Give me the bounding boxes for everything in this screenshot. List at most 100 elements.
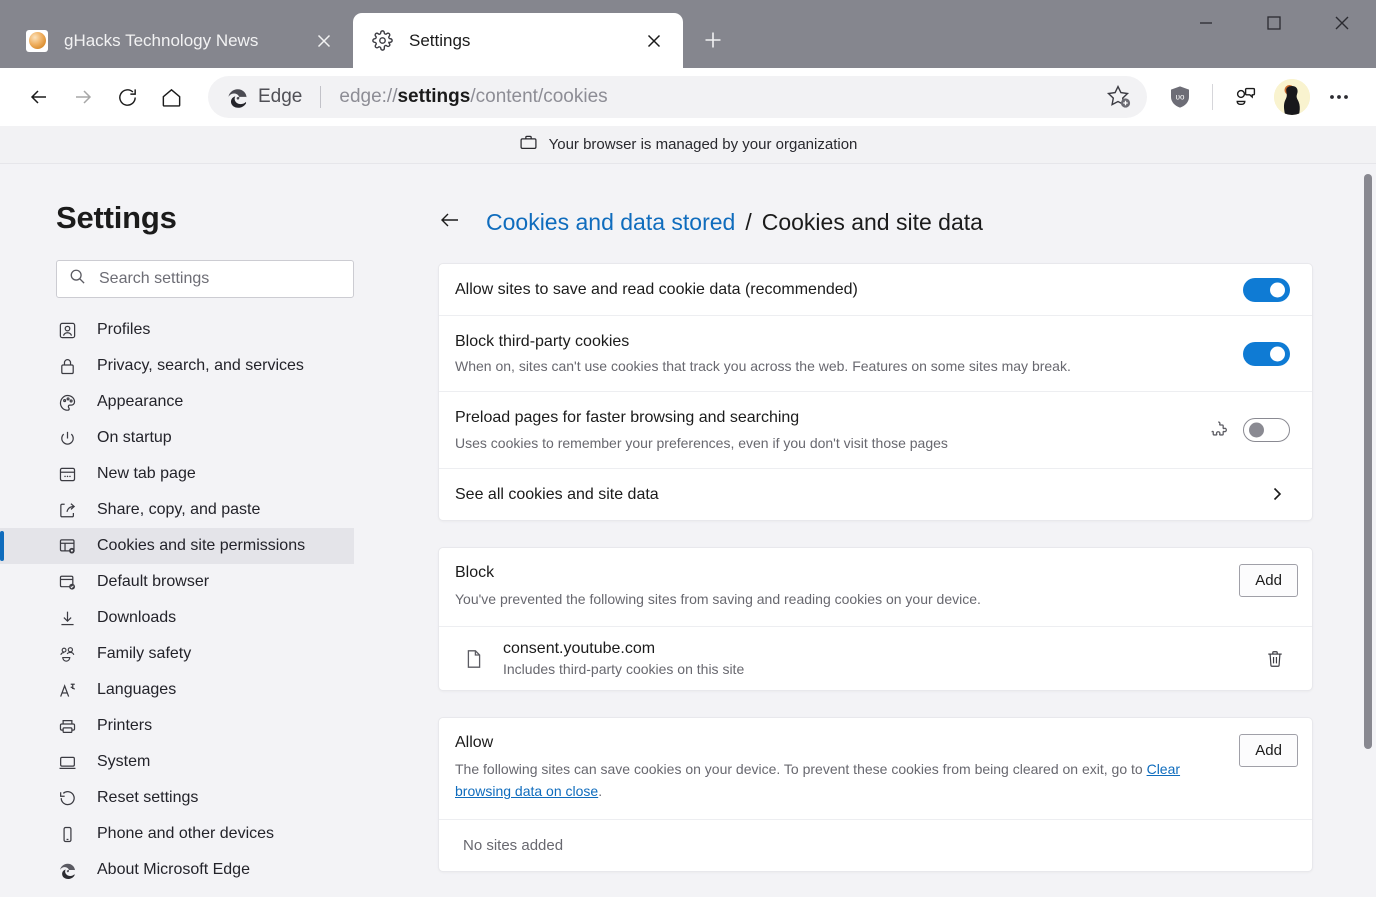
preload-pages-description: Uses cookies to remember your preference… [455, 434, 948, 451]
tab-label: Settings [409, 30, 471, 50]
forward-button[interactable] [62, 76, 104, 118]
allow-section-card: Allow The following sites can save cooki… [438, 717, 1313, 872]
preload-pages-row: Preload pages for faster browsing and se… [439, 392, 1312, 469]
edge-logo-icon [56, 861, 78, 880]
sidebar-item-label: Appearance [97, 393, 184, 410]
omnibox-divider [320, 86, 322, 108]
allow-add-button[interactable]: Add [1239, 734, 1298, 768]
refresh-button[interactable] [106, 76, 148, 118]
maximize-button[interactable] [1240, 0, 1308, 46]
search-settings-input[interactable]: Search settings [56, 260, 354, 298]
sidebar-item-profiles[interactable]: Profiles [0, 312, 354, 348]
address-bar[interactable]: Edge edge://settings/content/cookies [208, 76, 1147, 118]
sidebar-item-label: Reset settings [97, 789, 199, 806]
collections-button[interactable] [1224, 76, 1266, 118]
sidebar-item-family-safety[interactable]: Family safety [0, 636, 354, 672]
lock-icon [56, 357, 78, 376]
sidebar-item-label: Share, copy, and paste [97, 501, 261, 518]
tab-close-button[interactable] [639, 26, 669, 56]
scrollbar-thumb[interactable] [1364, 174, 1372, 749]
cookies-permissions-icon [56, 537, 78, 556]
sidebar-item-default-browser[interactable]: Default browser [0, 564, 354, 600]
sidebar-item-on-startup[interactable]: On startup [0, 420, 354, 456]
sidebar-item-label: Cookies and site permissions [97, 537, 306, 554]
back-arrow-icon[interactable] [438, 208, 462, 237]
sidebar-item-reset-settings[interactable]: Reset settings [0, 780, 354, 816]
svg-text:ᴜᴏ: ᴜᴏ [1176, 92, 1185, 101]
allow-section-description: The following sites can save cookies on … [455, 759, 1225, 802]
block-add-button[interactable]: Add [1239, 563, 1298, 597]
page-title: Settings [56, 200, 177, 235]
allow-section-header: Allow The following sites can save cooki… [439, 718, 1312, 820]
more-options-button[interactable] [1318, 76, 1360, 118]
new-tab-button[interactable] [693, 20, 733, 60]
sidebar-item-label: On startup [97, 429, 172, 446]
sidebar-item-label: Profiles [97, 321, 151, 338]
allow-section-title: Allow [455, 734, 494, 752]
content-scrollbar[interactable] [1360, 164, 1376, 897]
block-third-party-toggle[interactable] [1243, 341, 1290, 366]
allow-cookies-toggle[interactable] [1243, 277, 1290, 302]
reset-icon [56, 789, 78, 808]
sidebar-item-phone-and-other-devices[interactable]: Phone and other devices [0, 816, 354, 852]
sidebar-item-share-copy-paste[interactable]: Share, copy, and paste [0, 492, 354, 528]
allow-desc-part1: The following sites can save cookies on … [455, 761, 1147, 778]
sidebar-item-label: Privacy, search, and services [97, 357, 304, 374]
add-favorite-button[interactable] [1099, 77, 1139, 117]
minimize-button[interactable] [1172, 0, 1240, 46]
see-all-cookies-label: See all cookies and site data [455, 485, 659, 503]
managed-banner-text: Your browser is managed by your organiza… [548, 136, 858, 153]
sidebar-item-languages[interactable]: Languages [0, 672, 354, 708]
sidebar-item-label: New tab page [97, 465, 196, 482]
profile-icon [56, 321, 78, 340]
home-button[interactable] [150, 76, 192, 118]
cookie-settings-card: Allow sites to save and read cookie data… [438, 263, 1313, 521]
search-placeholder: Search settings [99, 270, 210, 287]
sidebar-item-downloads[interactable]: Downloads [0, 600, 354, 636]
newtab-icon [56, 465, 78, 484]
page-icon [463, 648, 487, 670]
back-button[interactable] [18, 76, 60, 118]
allow-empty-state: No sites added [463, 836, 564, 854]
edge-label: Edge [258, 86, 303, 107]
tab-close-button[interactable] [309, 26, 339, 56]
trash-icon[interactable] [1260, 644, 1290, 674]
sidebar-item-about-microsoft-edge[interactable]: About Microsoft Edge [0, 852, 354, 888]
tab-ghacks[interactable]: gHacks Technology News [8, 13, 353, 68]
profile-avatar[interactable] [1274, 79, 1310, 115]
allow-cookies-row: Allow sites to save and read cookie data… [439, 264, 1312, 317]
breadcrumb-parent-link[interactable]: Cookies and data stored [486, 209, 735, 236]
see-all-cookies-row[interactable]: See all cookies and site data [439, 469, 1312, 520]
tab-settings[interactable]: Settings [353, 13, 683, 68]
settings-sidebar: Settings Search settings Profiles Privac… [0, 164, 382, 897]
toolbar-divider [1212, 84, 1213, 110]
sidebar-item-cookies-and-site-permissions[interactable]: Cookies and site permissions [0, 528, 354, 564]
search-icon [69, 268, 86, 290]
sidebar-item-label: System [97, 753, 151, 770]
breadcrumb-current: Cookies and site data [761, 209, 983, 235]
sidebar-item-label: About Microsoft Edge [97, 861, 250, 878]
url-suffix: /content/cookies [470, 86, 608, 107]
block-section-title: Block [455, 563, 495, 581]
block-section-header: Block You've prevented the following sit… [439, 548, 1312, 628]
share-icon [56, 501, 78, 520]
sidebar-item-privacy[interactable]: Privacy, search, and services [0, 348, 354, 384]
sidebar-item-new-tab-page[interactable]: New tab page [0, 456, 354, 492]
site-name: consent.youtube.com [503, 640, 656, 658]
ublock-origin-icon[interactable]: ᴜᴏ [1159, 76, 1201, 118]
allow-cookies-label: Allow sites to save and read cookie data… [455, 281, 858, 298]
preload-pages-toggle[interactable] [1243, 417, 1290, 442]
managed-by-organization-banner: Your browser is managed by your organiza… [0, 126, 1376, 164]
sidebar-item-printers[interactable]: Printers [0, 708, 354, 744]
sidebar-item-appearance[interactable]: Appearance [0, 384, 354, 420]
close-button[interactable] [1308, 0, 1376, 46]
ghacks-favicon [26, 29, 48, 52]
sidebar-item-system[interactable]: System [0, 744, 354, 780]
extension-puzzle-icon[interactable] [1210, 419, 1231, 440]
title-bar: gHacks Technology News Settings [0, 0, 1376, 68]
browser-toolbar: Edge edge://settings/content/cookies ᴜᴏ [0, 68, 1376, 126]
sidebar-item-label: Family safety [97, 645, 192, 662]
url-bold: settings [397, 86, 471, 107]
printer-icon [56, 717, 78, 736]
window-controls [1172, 0, 1376, 46]
